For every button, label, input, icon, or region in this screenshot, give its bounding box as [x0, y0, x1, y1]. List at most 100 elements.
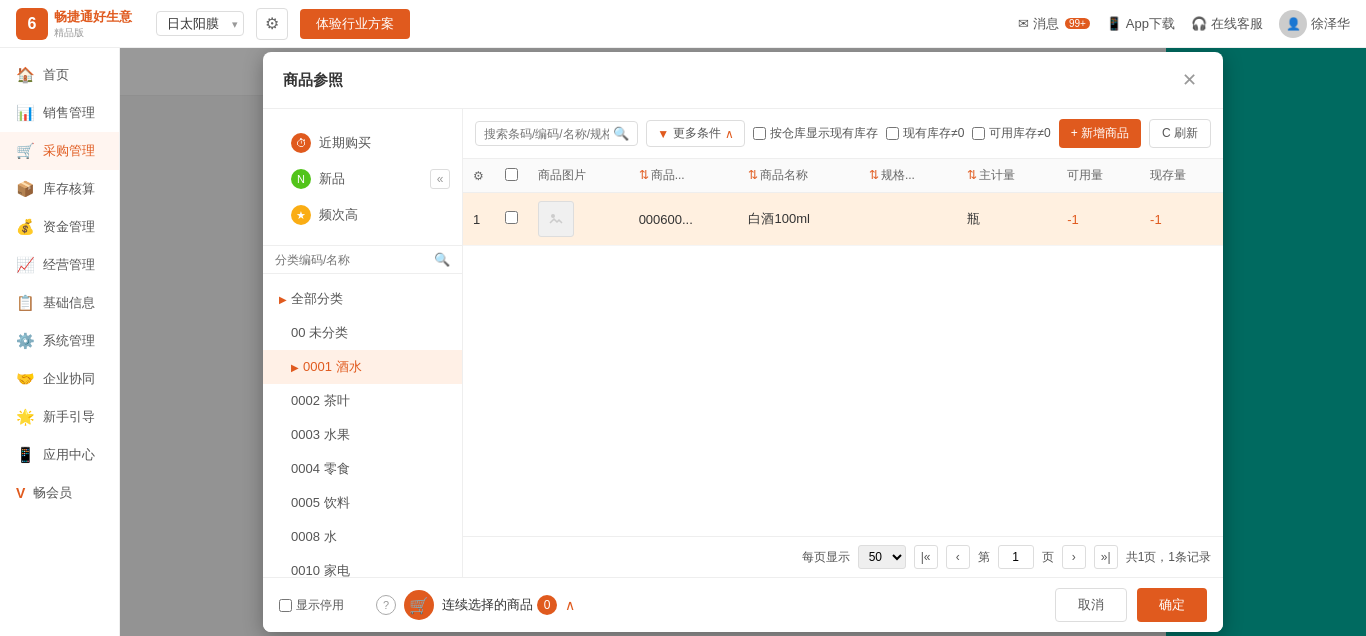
sidebar-item-guide[interactable]: 🌟 新手引导 — [0, 398, 119, 436]
cell-seq: 1 — [463, 193, 495, 246]
new-icon: N — [291, 169, 311, 189]
category-search-input[interactable] — [275, 253, 428, 267]
cat-label-tea: 0002 茶叶 — [291, 392, 350, 410]
prev-page-button[interactable]: ‹ — [946, 545, 970, 569]
sidebar-item-purchase[interactable]: 🛒 采购管理 — [0, 132, 119, 170]
modal-footer: 显示停用 ? 🛒 连续选择的商品 0 ∧ 取消 确定 — [263, 577, 1223, 632]
cat-item-beverage[interactable]: 0005 饮料 — [263, 486, 462, 520]
app-download-item[interactable]: 📱 App下载 — [1106, 15, 1175, 33]
sidebar-item-basic-info[interactable]: 📋 基础信息 — [0, 284, 119, 322]
modal-overlay: 商品参照 ✕ ⏱ 近期购买 — [120, 48, 1366, 636]
page-input[interactable] — [998, 545, 1034, 569]
collapse-arrow-icon[interactable]: ∧ — [565, 597, 575, 613]
arrow-icon-liquor: ▶ — [291, 362, 299, 373]
gear-button[interactable]: ⚙ — [256, 8, 288, 40]
sidebar-label-sales: 销售管理 — [43, 104, 95, 122]
modal-product-ref: 商品参照 ✕ ⏱ 近期购买 — [263, 52, 1223, 632]
sidebar-item-app-center[interactable]: 📱 应用中心 — [0, 436, 119, 474]
col-thumb: 商品图片 — [528, 159, 629, 193]
cat-label-snack: 0004 零食 — [291, 460, 350, 478]
last-page-button[interactable]: »| — [1094, 545, 1118, 569]
help-icon[interactable]: ? — [376, 595, 396, 615]
modal-close-button[interactable]: ✕ — [1175, 66, 1203, 94]
modal-right-panel: 🔍 ▼ 更多条件 ∧ 按仓库显示现有库存 — [463, 109, 1223, 577]
cancel-button[interactable]: 取消 — [1055, 588, 1127, 622]
product-select[interactable]: 日太阳膜 — [156, 11, 244, 36]
col-name[interactable]: ⇅商品名称 — [738, 159, 858, 193]
checkbox-current-stock-input[interactable] — [886, 127, 899, 140]
cell-stock: -1 — [1140, 193, 1223, 246]
checkbox-available-stock-input[interactable] — [972, 127, 985, 140]
sidebar-label-guide: 新手引导 — [43, 408, 95, 426]
cat-item-tea[interactable]: 0002 茶叶 — [263, 384, 462, 418]
col-unit[interactable]: ⇅主计量 — [957, 159, 1058, 193]
message-icon: ✉ — [1018, 16, 1029, 31]
refresh-button[interactable]: C 刷新 — [1149, 119, 1211, 148]
col-available: 可用量 — [1057, 159, 1140, 193]
cat-label-all: 全部分类 — [291, 290, 343, 308]
col-checkbox[interactable] — [495, 159, 528, 193]
show-disabled-checkbox[interactable] — [279, 599, 292, 612]
category-search-icon[interactable]: 🔍 — [434, 252, 450, 267]
col-spec[interactable]: ⇅规格... — [859, 159, 957, 193]
checkbox-current-stock[interactable]: 现有库存≠0 — [886, 125, 964, 142]
page-suffix: 页 — [1042, 549, 1054, 566]
cat-item-all[interactable]: ▶ 全部分类 — [263, 282, 462, 316]
freq-icon: ★ — [291, 205, 311, 225]
sidebar-item-home[interactable]: 🏠 首页 — [0, 56, 119, 94]
inventory-icon: 📦 — [16, 180, 35, 198]
search-icon[interactable]: 🔍 — [613, 126, 629, 141]
cat-item-fruit[interactable]: 0003 水果 — [263, 418, 462, 452]
sidebar-label-member: 畅会员 — [33, 484, 72, 502]
sidebar-item-member[interactable]: V 畅会员 — [0, 474, 119, 512]
cat-item-snack[interactable]: 0004 零食 — [263, 452, 462, 486]
member-icon: V — [16, 485, 25, 501]
sidebar-item-finance[interactable]: 💰 资金管理 — [0, 208, 119, 246]
cat-item-appliance[interactable]: 0010 家电 — [263, 554, 462, 577]
sidebar-item-operations[interactable]: 📈 经营管理 — [0, 246, 119, 284]
footer-mid: ? 🛒 连续选择的商品 0 ∧ — [376, 590, 575, 620]
col-settings[interactable]: ⚙ — [463, 159, 495, 193]
row-checkbox[interactable] — [505, 211, 518, 224]
service-item[interactable]: 🎧 在线客服 — [1191, 15, 1263, 33]
experience-button[interactable]: 体验行业方案 — [300, 9, 410, 39]
app-center-icon: 📱 — [16, 446, 35, 464]
count-badge: 0 — [537, 595, 557, 615]
quick-item-new[interactable]: N 新品 — [275, 161, 430, 197]
cell-checkbox[interactable] — [495, 193, 528, 246]
sidebar-item-system[interactable]: ⚙️ 系统管理 — [0, 322, 119, 360]
table-row[interactable]: 1 — [463, 193, 1223, 246]
user-item[interactable]: 👤 徐泽华 — [1279, 10, 1350, 38]
product-search-input[interactable] — [484, 127, 609, 141]
sidebar-label-operations: 经营管理 — [43, 256, 95, 274]
checkbox-available-stock[interactable]: 可用库存≠0 — [972, 125, 1050, 142]
sidebar-item-sales[interactable]: 📊 销售管理 — [0, 94, 119, 132]
sales-icon: 📊 — [16, 104, 35, 122]
sidebar-item-inventory[interactable]: 📦 库存核算 — [0, 170, 119, 208]
add-product-button[interactable]: + 新增商品 — [1059, 119, 1141, 148]
confirm-button[interactable]: 确定 — [1137, 588, 1207, 622]
show-disabled-label[interactable]: 显示停用 — [279, 597, 344, 614]
quick-item-freq[interactable]: ★ 频次高 — [275, 197, 430, 233]
guide-icon: 🌟 — [16, 408, 35, 426]
per-page-select[interactable]: 50 — [858, 545, 906, 569]
cat-item-uncategorized[interactable]: 00 未分类 — [263, 316, 462, 350]
quick-item-recent[interactable]: ⏱ 近期购买 — [275, 125, 430, 161]
message-nav-item[interactable]: ✉ 消息 99+ — [1018, 15, 1090, 33]
footer-actions: 取消 确定 — [1055, 588, 1207, 622]
more-filter-button[interactable]: ▼ 更多条件 ∧ — [646, 120, 745, 147]
collapse-left-button[interactable]: « — [430, 169, 450, 189]
svg-rect-0 — [546, 209, 566, 229]
col-code[interactable]: ⇅商品... — [629, 159, 739, 193]
next-page-button[interactable]: › — [1062, 545, 1086, 569]
username-label: 徐泽华 — [1311, 15, 1350, 33]
first-page-button[interactable]: |« — [914, 545, 938, 569]
checkbox-warehouse-input[interactable] — [753, 127, 766, 140]
cat-item-water[interactable]: 0008 水 — [263, 520, 462, 554]
cat-item-liquor[interactable]: ▶ 0001 酒水 — [263, 350, 462, 384]
per-page-label: 每页显示 — [802, 549, 850, 566]
checkbox-warehouse[interactable]: 按仓库显示现有库存 — [753, 125, 878, 142]
product-select-wrap[interactable]: 日太阳膜 — [156, 11, 244, 36]
select-all-checkbox[interactable] — [505, 168, 518, 181]
sidebar-item-enterprise[interactable]: 🤝 企业协同 — [0, 360, 119, 398]
